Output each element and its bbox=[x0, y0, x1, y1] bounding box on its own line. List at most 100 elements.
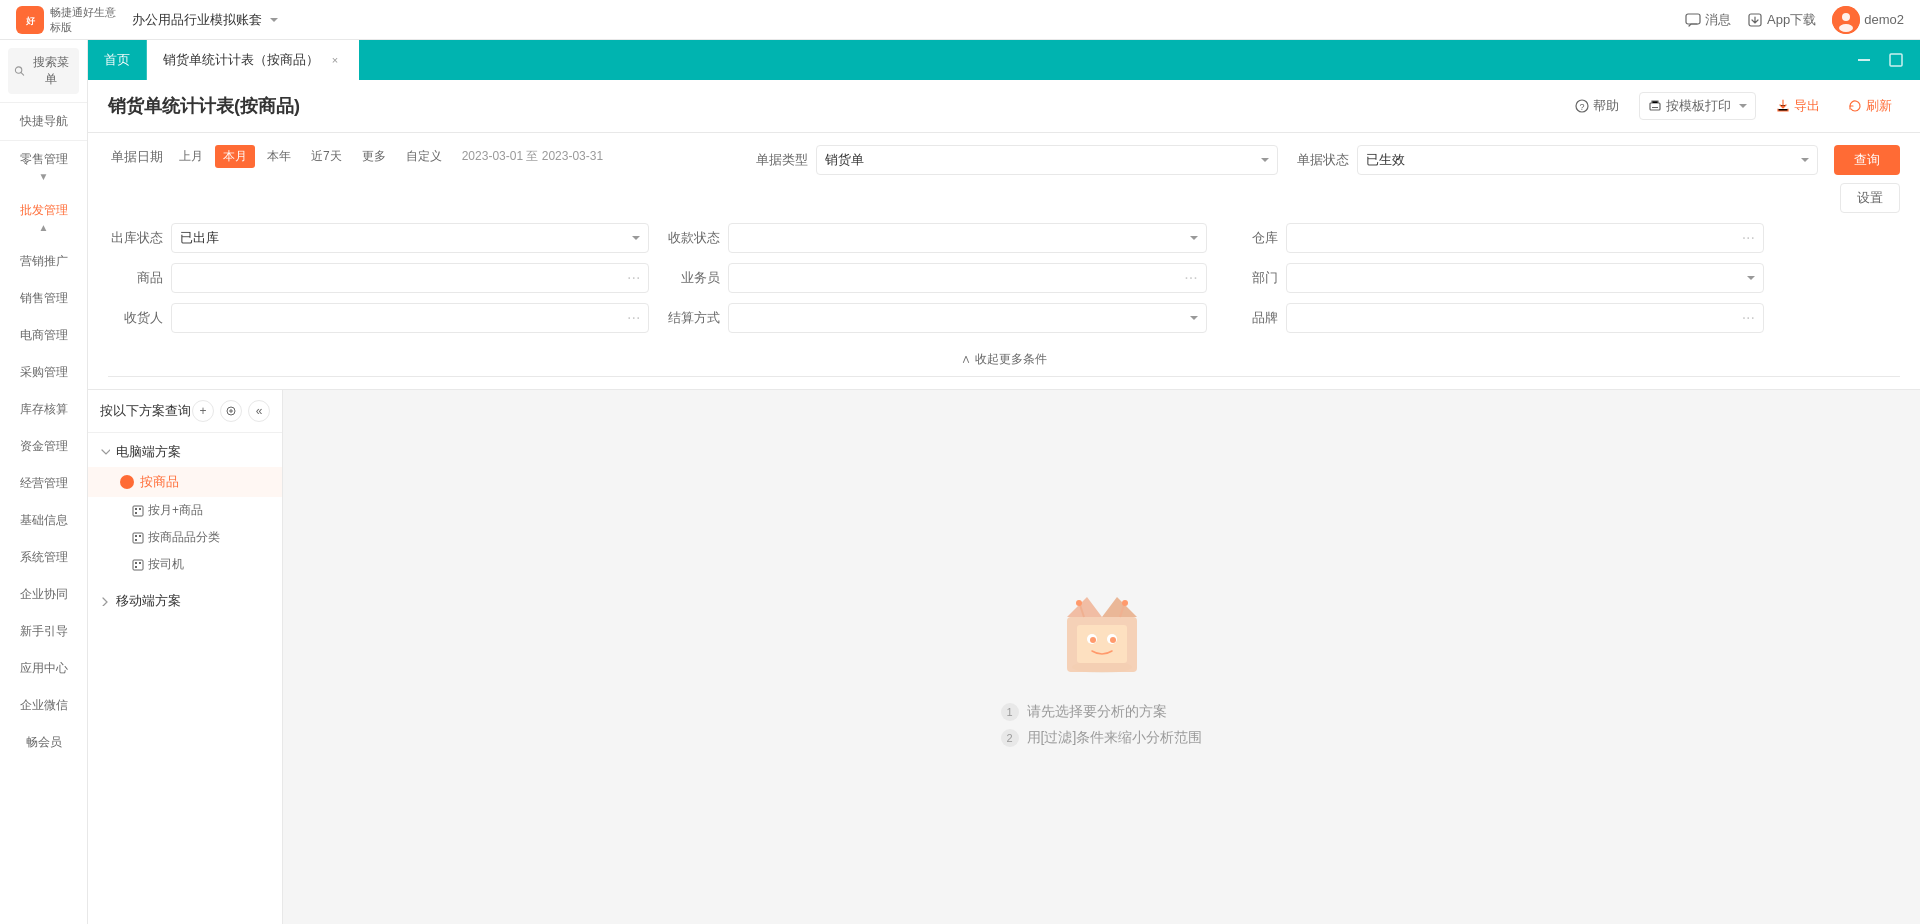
sidebar-item-label: 销售管理 bbox=[20, 290, 68, 307]
sidebar-quick-nav: 快捷导航 bbox=[0, 103, 87, 141]
payment-method-select[interactable] bbox=[728, 303, 1206, 333]
sidebar-item-purchase[interactable]: 采购管理 bbox=[0, 354, 87, 391]
logo-area: 好 畅捷通好生意 标版 bbox=[16, 5, 116, 34]
date-tab-more[interactable]: 更多 bbox=[354, 145, 394, 168]
sidebar-item-enterprise_coop[interactable]: 企业协同 bbox=[0, 576, 87, 613]
query-button[interactable]: 查询 bbox=[1834, 145, 1900, 175]
sidebar-item-quick-nav[interactable]: 快捷导航 bbox=[0, 107, 87, 136]
sidebar-sub-indicator: ▼ bbox=[39, 171, 49, 182]
svg-rect-14 bbox=[1652, 107, 1658, 108]
tab-home[interactable]: 首页 bbox=[88, 40, 147, 80]
tab-sales-stats[interactable]: 销货单统计计表（按商品） × bbox=[147, 40, 359, 80]
sidebar-item-wholesale[interactable]: 批发管理 ▲ bbox=[0, 192, 87, 243]
dept-select[interactable] bbox=[1286, 263, 1764, 293]
right-section: 首页 销货单统计计表（按商品） × 销货单统计计表(按商品) bbox=[88, 40, 1920, 924]
scheme-item-by-goods[interactable]: 按商品 bbox=[88, 467, 282, 497]
sidebar-item-sales[interactable]: 销售管理 bbox=[0, 280, 87, 317]
message-button[interactable]: 消息 bbox=[1685, 11, 1731, 29]
doc-type-label: 单据类型 bbox=[753, 151, 808, 169]
refresh-button[interactable]: 刷新 bbox=[1840, 93, 1900, 119]
svg-rect-27 bbox=[135, 562, 137, 564]
scheme-item-by-month-goods[interactable]: 按月+商品 bbox=[88, 497, 282, 524]
settings-button[interactable]: 设置 bbox=[1840, 183, 1900, 213]
step-2-number: 2 bbox=[1001, 729, 1019, 747]
sidebar-item-label: 畅会员 bbox=[26, 734, 62, 751]
svg-rect-19 bbox=[135, 508, 137, 510]
svg-point-6 bbox=[1839, 24, 1853, 32]
avatar bbox=[1832, 6, 1860, 34]
goods-input[interactable]: ··· bbox=[171, 263, 649, 293]
scheme-group-desktop: 电脑端方案 按商品 按月+商品 按商品品分类 bbox=[88, 433, 282, 582]
sidebar-item-finance[interactable]: 资金管理 bbox=[0, 428, 87, 465]
search-menu-button[interactable]: 搜索菜单 bbox=[8, 48, 79, 94]
svg-rect-26 bbox=[133, 560, 143, 570]
sidebar-item-retail[interactable]: 零售管理▼ bbox=[0, 141, 87, 192]
scheme-panel-header: 按以下方案查询 + « bbox=[88, 390, 282, 433]
scheme-collapse-button[interactable]: « bbox=[248, 400, 270, 422]
staff-dots[interactable]: ··· bbox=[1184, 269, 1197, 287]
logo-text: 畅捷通好生意 标版 bbox=[50, 5, 116, 34]
brand-input[interactable]: ··· bbox=[1286, 303, 1764, 333]
goods-dots[interactable]: ··· bbox=[627, 269, 640, 287]
scheme-edit-button[interactable] bbox=[220, 400, 242, 422]
doc-status-label: 单据状态 bbox=[1294, 151, 1349, 169]
help-button[interactable]: ? 帮助 bbox=[1567, 93, 1627, 119]
sidebar-item-operations[interactable]: 经营管理 bbox=[0, 465, 87, 502]
print-button[interactable]: 按模板打印 bbox=[1639, 92, 1756, 120]
sidebar-item-label: 经营管理 bbox=[20, 475, 68, 492]
date-tab-last-month[interactable]: 上月 bbox=[171, 145, 211, 168]
scheme-group-mobile-title[interactable]: 移动端方案 bbox=[88, 586, 282, 616]
warehouse-input[interactable]: ··· bbox=[1286, 223, 1764, 253]
receiver-input[interactable]: ··· bbox=[171, 303, 649, 333]
tab-maximize-button[interactable] bbox=[1884, 48, 1908, 72]
logo-icon: 好 bbox=[16, 6, 44, 34]
date-tab-7days[interactable]: 近7天 bbox=[303, 145, 350, 168]
topbar-left: 好 畅捷通好生意 标版 办公用品行业模拟账套 bbox=[16, 5, 286, 34]
out-status-select[interactable]: 已出库 bbox=[171, 223, 649, 253]
scheme-item-by-goods-category[interactable]: 按商品品分类 bbox=[88, 524, 282, 551]
svg-point-36 bbox=[1110, 637, 1116, 643]
sidebar-menu: 零售管理▼ 批发管理 ▲ 营销推广销售管理电商管理采购管理库存核算资金管理经营管理基础… bbox=[0, 141, 87, 761]
doc-type-select[interactable]: 销货单 bbox=[816, 145, 1277, 175]
sidebar-item-marketing[interactable]: 营销推广 bbox=[0, 243, 87, 280]
sidebar-item-ecommerce[interactable]: 电商管理 bbox=[0, 317, 87, 354]
tab-close-icon[interactable]: × bbox=[327, 52, 343, 68]
brand-dots[interactable]: ··· bbox=[1742, 309, 1755, 327]
dept-chevron-icon bbox=[1747, 276, 1755, 280]
sidebar-item-member[interactable]: 畅会员 bbox=[0, 724, 87, 761]
scheme-group-desktop-title[interactable]: 电脑端方案 bbox=[88, 437, 282, 467]
payment-status-select[interactable] bbox=[728, 223, 1206, 253]
staff-input[interactable]: ··· bbox=[728, 263, 1206, 293]
svg-rect-21 bbox=[135, 512, 137, 514]
sidebar-item-label: 批发管理 bbox=[20, 202, 68, 219]
app-download-button[interactable]: App下载 bbox=[1747, 11, 1816, 29]
date-tabs: 上月 本月 本年 近7天 更多 自定义 bbox=[171, 145, 450, 168]
topbar-right: 消息 App下载 demo2 bbox=[1685, 6, 1904, 34]
sidebar-item-inventory[interactable]: 库存核算 bbox=[0, 391, 87, 428]
sidebar-item-app_center[interactable]: 应用中心 bbox=[0, 650, 87, 687]
date-tab-this-month[interactable]: 本月 bbox=[215, 145, 255, 168]
sidebar-item-label: 企业微信 bbox=[20, 697, 68, 714]
date-tab-this-year[interactable]: 本年 bbox=[259, 145, 299, 168]
tab-minimize-button[interactable] bbox=[1852, 48, 1876, 72]
user-menu[interactable]: demo2 bbox=[1832, 6, 1904, 34]
svg-rect-28 bbox=[139, 562, 141, 564]
receiver-dots[interactable]: ··· bbox=[627, 309, 640, 327]
sidebar-item-enterprise_wechat[interactable]: 企业微信 bbox=[0, 687, 87, 724]
doc-status-select[interactable]: 已生效 bbox=[1357, 145, 1818, 175]
warehouse-dots[interactable]: ··· bbox=[1742, 229, 1755, 247]
out-status-label: 出库状态 bbox=[108, 229, 163, 247]
sidebar-sub-indicator: ▲ bbox=[39, 222, 49, 233]
date-tab-custom[interactable]: 自定义 bbox=[398, 145, 450, 168]
sidebar-item-system[interactable]: 系统管理 bbox=[0, 539, 87, 576]
collapse-button[interactable]: ∧ 收起更多条件 bbox=[108, 343, 1900, 377]
scheme-item-by-cashier[interactable]: 按司机 bbox=[88, 551, 282, 578]
export-button[interactable]: 导出 bbox=[1768, 93, 1828, 119]
workspace-selector[interactable]: 办公用品行业模拟账套 bbox=[124, 7, 286, 33]
scheme-panel-actions: + « bbox=[192, 400, 270, 422]
sidebar-item-new_guide[interactable]: 新手引导 bbox=[0, 613, 87, 650]
empty-step-1: 1 请先选择要分析的方案 bbox=[1001, 703, 1203, 721]
scheme-add-button[interactable]: + bbox=[192, 400, 214, 422]
sidebar-item-basic[interactable]: 基础信息 bbox=[0, 502, 87, 539]
sidebar: 搜索菜单 快捷导航 零售管理▼ 批发管理 ▲ 营销推广销售管理电商管理采购管理库存核算… bbox=[0, 40, 88, 924]
